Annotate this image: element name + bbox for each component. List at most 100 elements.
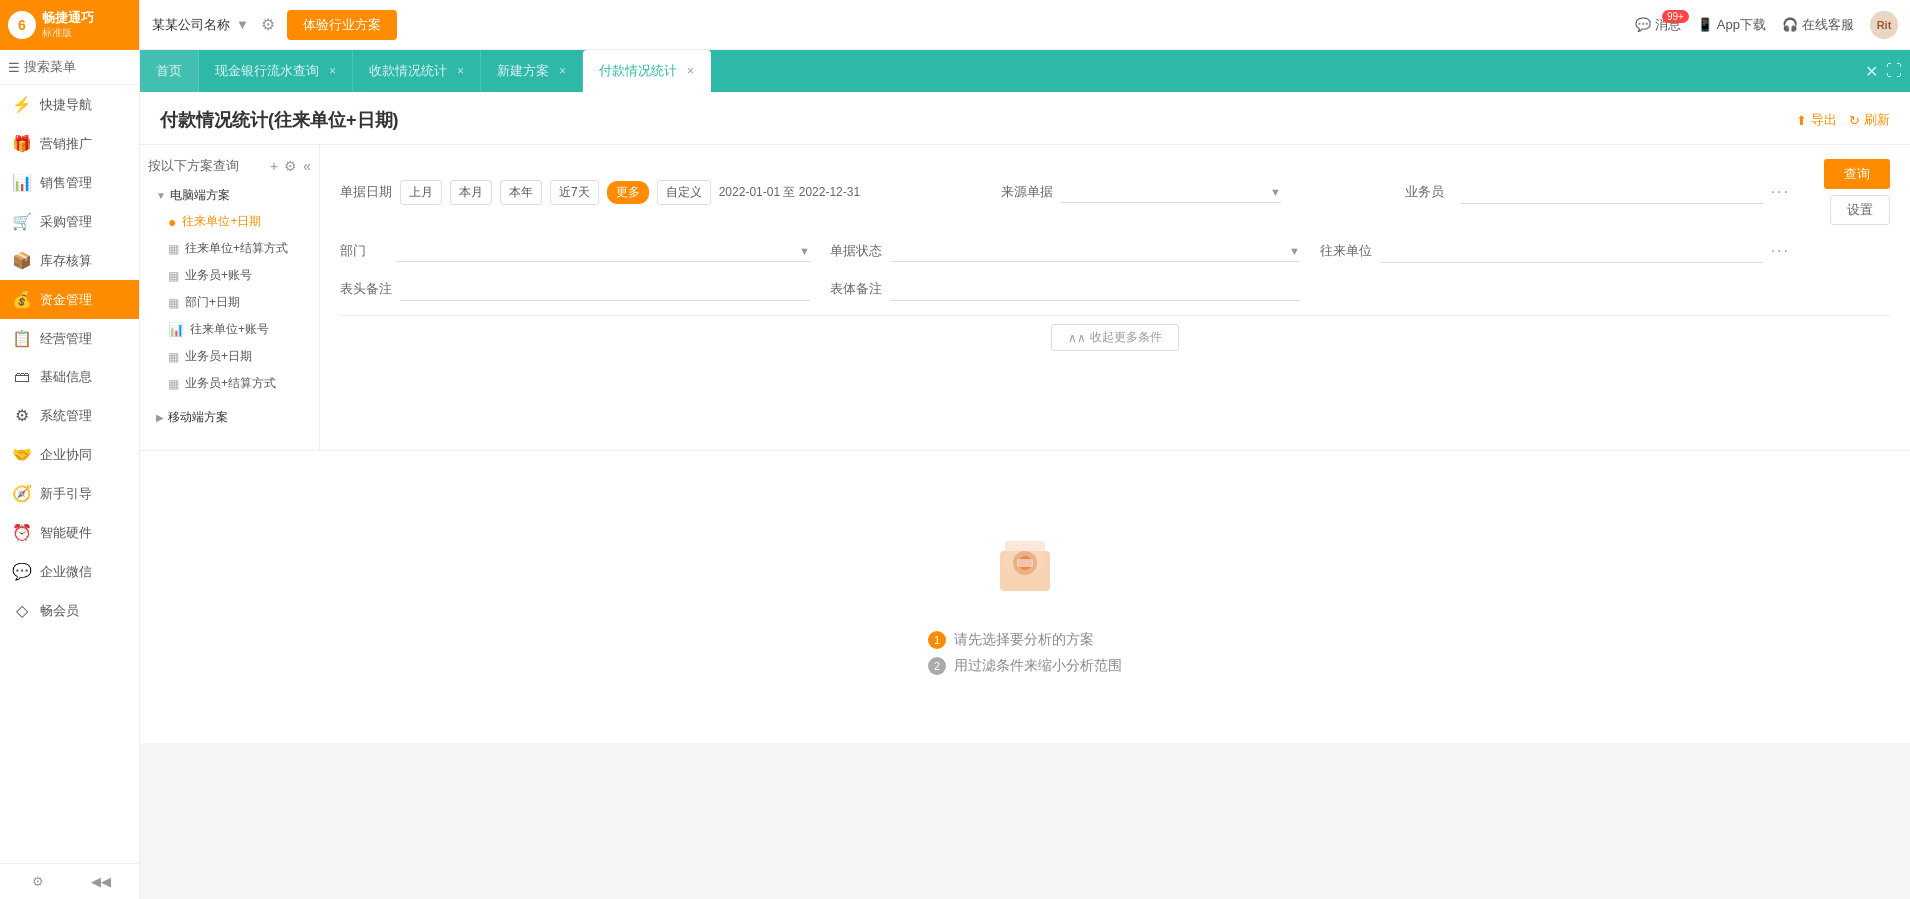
date-btn-last-month[interactable]: 上月 xyxy=(400,180,442,205)
partner-label: 往来单位 xyxy=(1320,242,1372,260)
settings-btn[interactable]: 设置 xyxy=(1830,195,1890,225)
sidebar-settings-btn[interactable]: ⚙ xyxy=(10,874,66,889)
filter-section: 按以下方案查询 + ⚙ « ▼ 电脑端方案 ● 往来单位+日期 xyxy=(140,145,1910,451)
empty-illustration xyxy=(975,511,1075,611)
salesman-more-icon[interactable]: ··· xyxy=(1771,183,1790,201)
date-label: 单据日期 xyxy=(340,183,392,201)
schema-item-salesman-settle[interactable]: ▦ 业务员+结算方式 xyxy=(148,370,311,397)
tab-new-plan[interactable]: 新建方案 × xyxy=(481,50,583,92)
online-service-btn[interactable]: 🎧 在线客服 xyxy=(1782,16,1854,34)
schema-group-desktop-title[interactable]: ▼ 电脑端方案 xyxy=(148,183,311,208)
schema-item-dept-date[interactable]: ▦ 部门+日期 xyxy=(148,289,311,316)
date-range: 2022-01-01 至 2022-12-31 xyxy=(719,184,860,201)
schema-mobile-arrow-icon: ▶ xyxy=(156,412,164,423)
company-selector[interactable]: 某某公司名称 ▼ xyxy=(152,16,249,34)
salesman-input[interactable] xyxy=(1461,180,1762,204)
schema-header: 按以下方案查询 + ⚙ « xyxy=(148,157,311,175)
sidebar-item-guide[interactable]: 🧭 新手引导 xyxy=(0,474,139,513)
doc-status-wrapper[interactable]: ▼ xyxy=(890,241,1300,262)
doc-status-chevron-icon: ▼ xyxy=(1289,245,1300,257)
tab-payment-stats-close-icon[interactable]: × xyxy=(687,64,694,78)
search-menu-icon: ☰ xyxy=(8,60,20,75)
tab-receipt-stats[interactable]: 收款情况统计 × xyxy=(353,50,481,92)
schema-item-salesman-account[interactable]: ▦ 业务员+账号 xyxy=(148,262,311,289)
tabs-expand-icon[interactable]: ⛶ xyxy=(1886,62,1902,80)
sidebar-item-system[interactable]: ⚙ 系统管理 xyxy=(0,396,139,435)
app-download-btn[interactable]: 📱 App下载 xyxy=(1697,16,1766,34)
doc-status-label: 单据状态 xyxy=(830,242,882,260)
export-btn[interactable]: ⬆ 导出 xyxy=(1796,111,1837,129)
source-label: 来源单据 xyxy=(1001,183,1053,201)
sidebar-item-purchase[interactable]: 🛒 采购管理 xyxy=(0,202,139,241)
tab-home[interactable]: 首页 xyxy=(140,50,199,92)
tab-payment-stats-label: 付款情况统计 xyxy=(599,62,677,80)
schema-group-mobile-title[interactable]: ▶ 移动端方案 xyxy=(148,405,311,430)
tab-new-plan-close-icon[interactable]: × xyxy=(559,64,566,78)
notification-btn[interactable]: 💬 消息 99+ xyxy=(1635,16,1681,34)
main-content: 某某公司名称 ▼ ⚙ 体验行业方案 💬 消息 99+ 📱 App下载 🎧 在线客… xyxy=(140,0,1910,899)
collapse-icon: ◀◀ xyxy=(91,874,111,889)
sidebar-item-weixin[interactable]: 💬 企业微信 xyxy=(0,552,139,591)
date-field: 单据日期 上月 本月 本年 近7天 更多 自定义 2022-01-01 至 20… xyxy=(340,180,981,205)
schema-add-icon[interactable]: + xyxy=(270,158,278,174)
tabs-close-all-icon[interactable]: ✕ xyxy=(1865,62,1878,81)
salesman-field: 业务员 ··· xyxy=(1405,180,1790,204)
sidebar-item-member[interactable]: ◇ 畅会员 xyxy=(0,591,139,630)
sidebar-item-inventory[interactable]: 📦 库存核算 xyxy=(0,241,139,280)
body-remark-field: 表体备注 xyxy=(830,277,1300,301)
dept-chevron-icon: ▼ xyxy=(799,245,810,257)
body-remark-input[interactable] xyxy=(890,277,1300,301)
page-content: 付款情况统计(往来单位+日期) ⬆ 导出 ↻ 刷新 按以下方案查询 + xyxy=(140,92,1910,899)
sidebar-item-sales[interactable]: 📊 销售管理 xyxy=(0,163,139,202)
collapse-btn[interactable]: ∧∧ 收起更多条件 xyxy=(1051,324,1179,351)
sidebar-item-finance[interactable]: 💰 资金管理 xyxy=(0,280,139,319)
sidebar-bottom: ⚙ ◀◀ xyxy=(0,863,139,899)
date-btn-this-month[interactable]: 本月 xyxy=(450,180,492,205)
header-remark-input[interactable] xyxy=(400,277,810,301)
tab-bank-flow[interactable]: 现金银行流水查询 × xyxy=(199,50,353,92)
partner-more-icon[interactable]: ··· xyxy=(1771,242,1790,260)
empty-hints: 1 请先选择要分析的方案 2 用过滤条件来缩小分析范围 xyxy=(928,631,1122,683)
refresh-btn[interactable]: ↻ 刷新 xyxy=(1849,111,1890,129)
body-remark-label: 表体备注 xyxy=(830,280,882,298)
dept-field: 部门 ▼ xyxy=(340,241,810,262)
date-btn-this-year[interactable]: 本年 xyxy=(500,180,542,205)
sidebar-item-quick-nav[interactable]: ⚡ 快捷导航 xyxy=(0,85,139,124)
export-icon: ⬆ xyxy=(1796,113,1807,128)
sidebar-item-marketing[interactable]: 🎁 营销推广 xyxy=(0,124,139,163)
tab-bank-flow-close-icon[interactable]: × xyxy=(329,64,336,78)
lightning-icon: ⚡ xyxy=(12,95,32,114)
sidebar-item-corp[interactable]: 🤝 企业协同 xyxy=(0,435,139,474)
schema-collapse-icon[interactable]: « xyxy=(303,158,311,174)
schema-grid-icon-3: ▦ xyxy=(168,296,179,310)
sidebar-collapse-btn[interactable]: ◀◀ xyxy=(74,874,130,889)
dept-select-wrapper[interactable]: ▼ xyxy=(396,241,810,262)
schema-sidebar: 按以下方案查询 + ⚙ « ▼ 电脑端方案 ● 往来单位+日期 xyxy=(140,145,320,450)
sidebar-item-operation[interactable]: 📋 经营管理 xyxy=(0,319,139,358)
schema-item-unit-settle[interactable]: ▦ 往来单位+结算方式 xyxy=(148,235,311,262)
query-btn[interactable]: 查询 xyxy=(1824,159,1890,189)
schema-item-unit-date[interactable]: ● 往来单位+日期 xyxy=(148,208,311,235)
topbar: 某某公司名称 ▼ ⚙ 体验行业方案 💬 消息 99+ 📱 App下载 🎧 在线客… xyxy=(140,0,1910,50)
tab-receipt-stats-close-icon[interactable]: × xyxy=(457,64,464,78)
date-btn-7days[interactable]: 近7天 xyxy=(550,180,599,205)
trial-btn[interactable]: 体验行业方案 xyxy=(287,10,397,40)
gear-icon: ⚙ xyxy=(12,406,32,425)
schema-settings-icon[interactable]: ⚙ xyxy=(284,158,297,174)
date-btn-more[interactable]: 更多 xyxy=(607,181,649,204)
user-avatar[interactable]: Rit xyxy=(1870,11,1898,39)
topbar-gear-icon[interactable]: ⚙ xyxy=(261,15,275,34)
schema-grid-icon-5: ▦ xyxy=(168,377,179,391)
sidebar-item-basic[interactable]: 🗃 基础信息 xyxy=(0,358,139,396)
search-menu[interactable]: ☰ 搜索菜单 xyxy=(0,50,139,85)
schema-title: 按以下方案查询 xyxy=(148,157,239,175)
filter-action-buttons: 查询 设置 xyxy=(1810,159,1890,225)
tab-payment-stats[interactable]: 付款情况统计 × xyxy=(583,50,711,92)
sidebar-item-hardware[interactable]: ⏰ 智能硬件 xyxy=(0,513,139,552)
partner-input[interactable] xyxy=(1380,239,1763,263)
mobile-icon: 📱 xyxy=(1697,17,1713,32)
source-value xyxy=(1061,188,1270,196)
schema-item-unit-account[interactable]: 📊 往来单位+账号 xyxy=(148,316,311,343)
date-btn-custom[interactable]: 自定义 xyxy=(657,180,711,205)
schema-item-salesman-date[interactable]: ▦ 业务员+日期 xyxy=(148,343,311,370)
